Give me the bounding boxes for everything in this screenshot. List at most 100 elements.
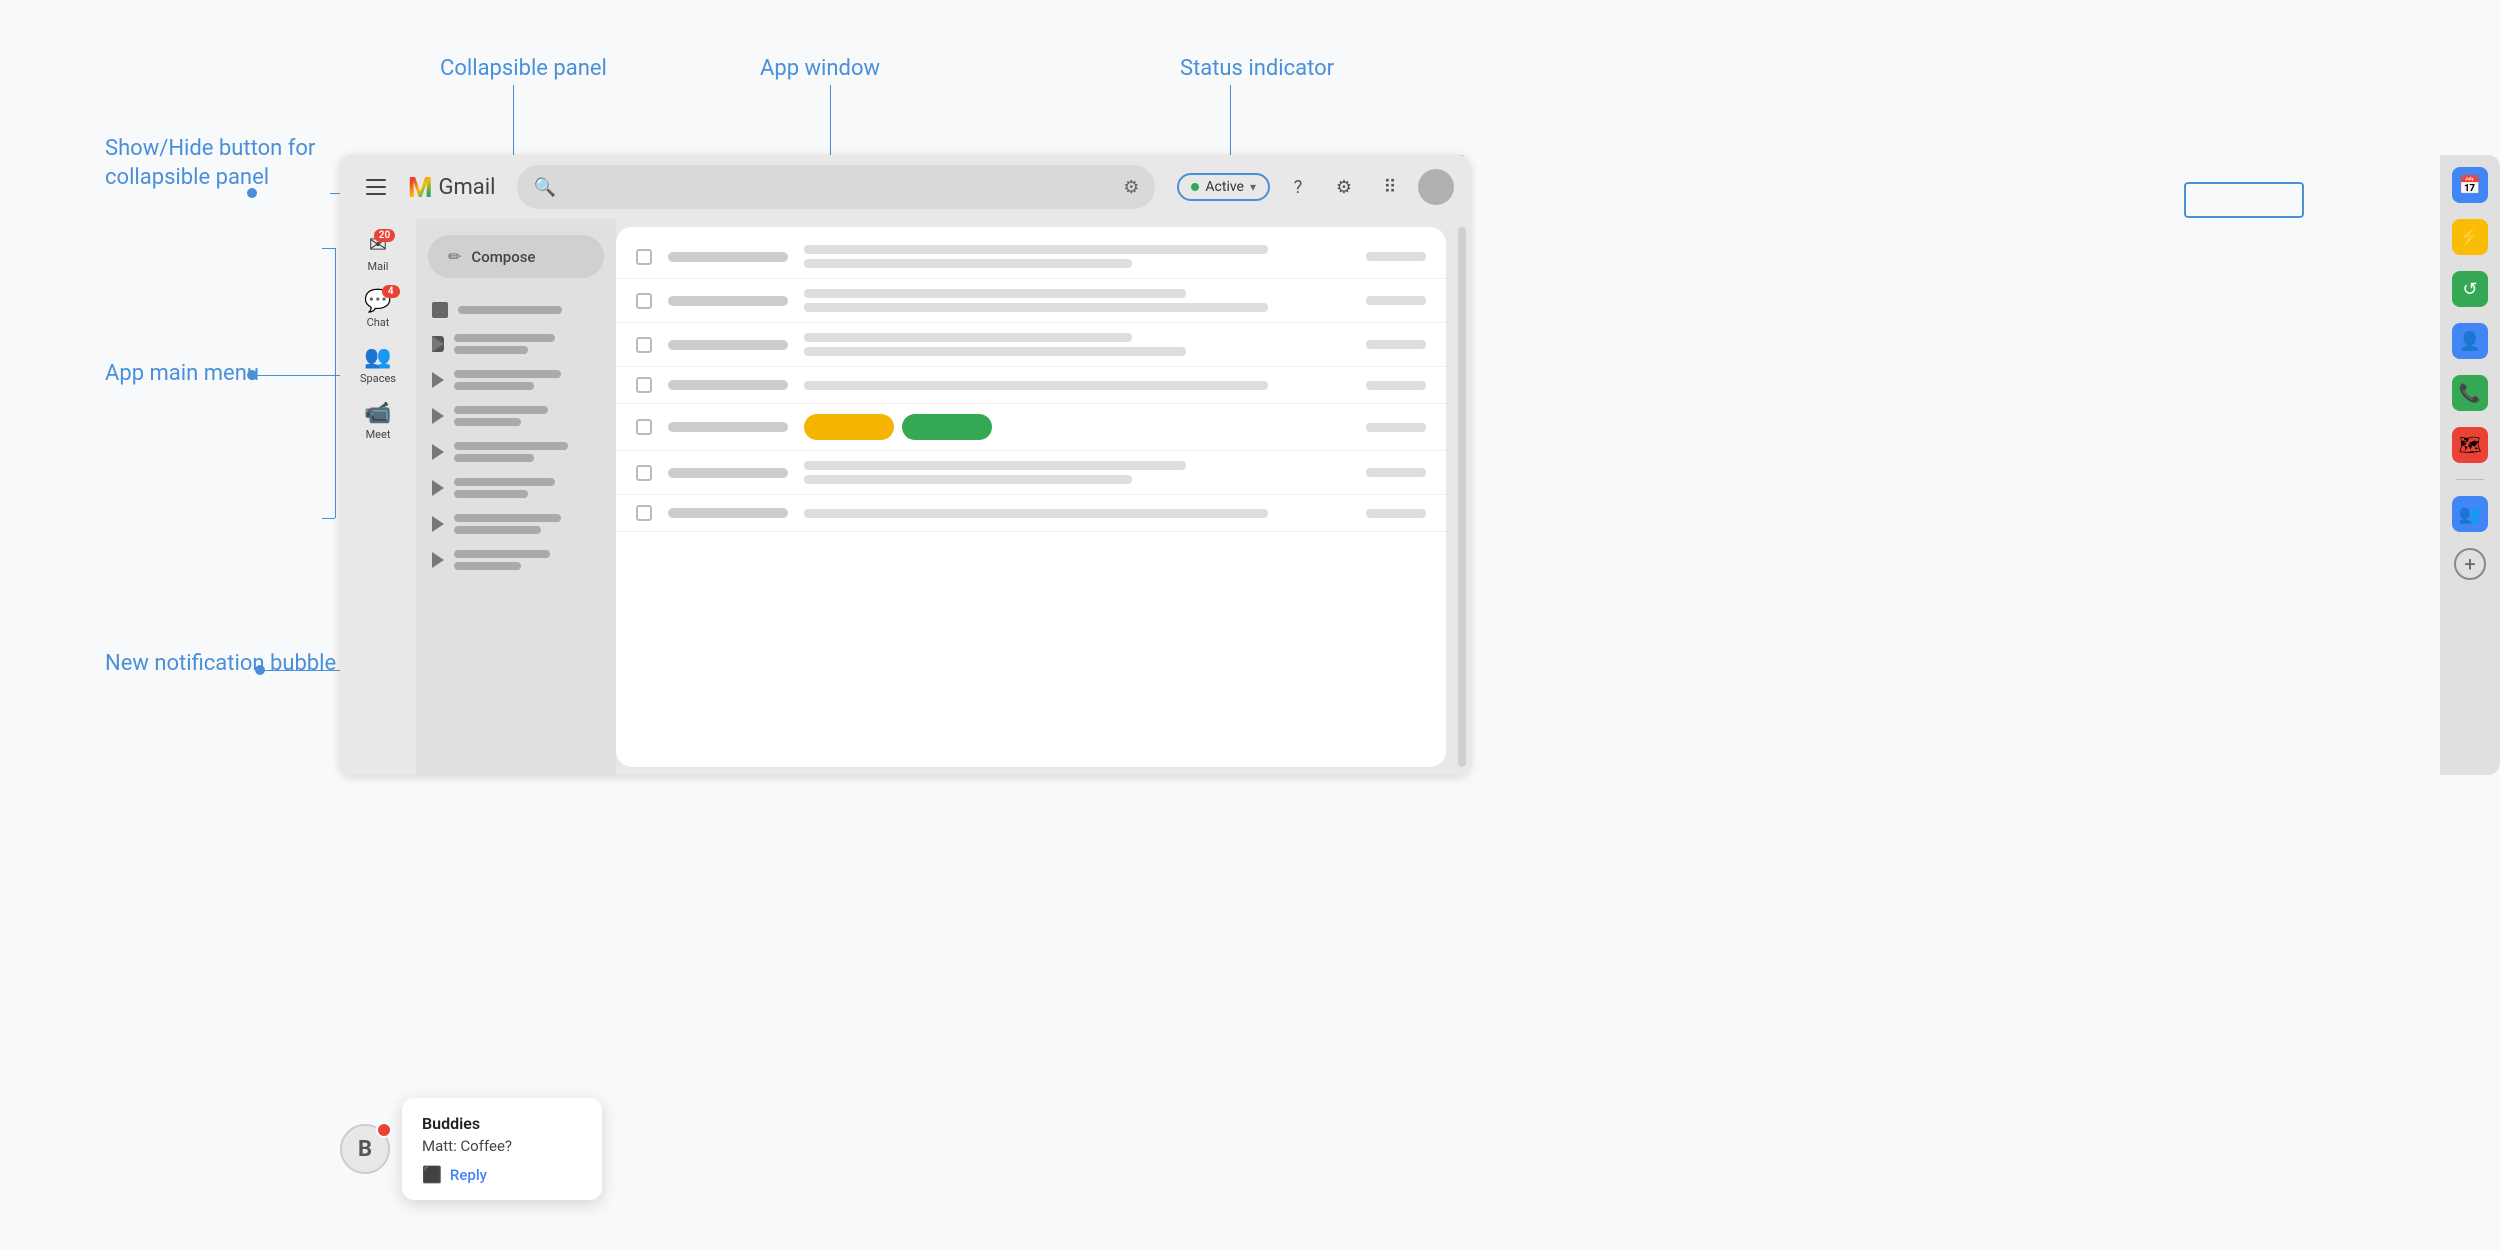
bubble-avatar[interactable]: B [340,1124,390,1174]
search-bar[interactable]: 🔍 ⚙ [517,165,1155,209]
main-content [616,227,1446,767]
email-date [1366,509,1426,518]
top-bar: M Gmail 🔍 ⚙ Active ▾ ? ⚙ ⠿ [340,155,1470,219]
email-content [804,509,1350,518]
email-checkbox[interactable] [636,293,652,309]
scrollbar[interactable] [1458,227,1466,767]
keep-app-icon[interactable]: ↺ [2452,271,2488,307]
collapsible-panel-label: Collapsible panel [440,55,607,84]
sidebar-item-chat[interactable]: 💬 4 Chat [344,283,412,335]
email-content [804,289,1350,312]
active-status-badge[interactable]: Active ▾ [1177,173,1270,201]
new-notification-label: New notification bubble [105,650,336,679]
phone-app-icon[interactable]: 📞 [2452,375,2488,411]
panel-item-3[interactable] [416,398,604,434]
tasks-app-icon[interactable]: ⚡ [2452,219,2488,255]
sidebar-item-meet[interactable]: 📹 Meet [344,395,412,447]
email-subject [804,509,1268,518]
panel-arrow-5 [432,480,444,496]
panel-item-1[interactable] [416,326,604,362]
sidebar-item-mail[interactable]: ✉ 20 Mail [344,227,412,279]
email-checkbox[interactable] [636,465,652,481]
email-row[interactable] [616,451,1446,495]
email-subject [804,333,1132,342]
email-date [1366,423,1426,432]
email-row[interactable] [616,404,1446,451]
keep-icon: ↺ [2462,279,2477,300]
reply-label: Reply [450,1166,487,1184]
filter-icon[interactable]: ⚙ [1123,177,1139,198]
panel-item-7[interactable] [416,542,604,578]
email-preview [804,303,1268,312]
tasks-icon: ⚡ [2459,227,2481,248]
mail-label: Mail [368,260,389,273]
email-sender [668,508,788,518]
email-row[interactable] [616,323,1446,367]
email-checkbox[interactable] [636,377,652,393]
app-menu-bracket-top [322,248,335,249]
hamburger-button[interactable] [356,167,396,207]
panel-inbox[interactable] [416,294,604,326]
email-checkbox[interactable] [636,337,652,353]
email-checkbox[interactable] [636,419,652,435]
panel-arrow-2 [432,372,444,388]
sidebar-item-spaces[interactable]: 👥 Spaces [344,339,412,391]
email-checkbox[interactable] [636,249,652,265]
bubble-reply-button[interactable]: ⬛ Reply [422,1165,582,1184]
right-apps-divider [2456,479,2484,480]
panel-line-7b [454,562,521,570]
email-row[interactable] [616,367,1446,404]
spaces-label: Spaces [360,372,396,385]
panel-line-6b [454,526,541,534]
chevron-down-icon: ▾ [1250,180,1256,194]
calendar-app-icon[interactable]: 📅 [2452,167,2488,203]
email-list [616,227,1446,767]
add-app-button[interactable]: + [2454,548,2486,580]
email-row[interactable] [616,235,1446,279]
email-content [804,381,1350,390]
app-main-menu-label: App main menu [105,360,259,389]
compose-label: Compose [471,248,535,266]
maps-app-icon[interactable]: 🗺 [2452,427,2488,463]
gmail-window: M Gmail 🔍 ⚙ Active ▾ ? ⚙ ⠿ ✉ [340,155,1470,775]
people-app-icon[interactable]: 👥 [2452,496,2488,532]
new-notification-dot [255,665,265,675]
panel-item-4[interactable] [416,434,604,470]
calendar-icon: 📅 [2459,175,2481,196]
show-hide-dot [247,188,257,198]
panel-item-2[interactable] [416,362,604,398]
gmail-text-logo: Gmail [439,175,496,200]
email-sender [668,340,788,350]
help-button[interactable]: ? [1280,169,1316,205]
spaces-icon: 👥 [364,345,391,370]
email-row[interactable] [616,495,1446,532]
chat-badge: 4 [382,285,400,298]
panel-lines-1 [454,334,588,354]
email-sender [668,468,788,478]
compose-button[interactable]: ✏ Compose [428,235,604,278]
search-icon: 🔍 [533,177,555,198]
settings-button[interactable]: ⚙ [1326,169,1362,205]
apps-button[interactable]: ⠿ [1372,169,1408,205]
panel-item-5[interactable] [416,470,604,506]
search-input[interactable] [566,178,1113,196]
email-date [1366,252,1426,261]
avatar[interactable] [1418,169,1454,205]
panel-line-7a [454,550,550,558]
email-content [804,414,1350,440]
bubble-message: Matt: Coffee? [422,1137,582,1155]
hamburger-line-2 [366,186,386,188]
email-checkbox[interactable] [636,505,652,521]
panel-item-6[interactable] [416,506,604,542]
panel-arrow-6 [432,516,444,532]
meet-label: Meet [366,428,391,441]
tag-yellow [804,414,894,440]
notification-bubble: B Buddies Matt: Coffee? ⬛ Reply [340,1098,602,1200]
left-nav: ✉ 20 Mail 💬 4 Chat 👥 Spaces 📹 Meet [340,219,416,775]
mail-icon: ✉ 20 [369,233,387,258]
email-subject [804,245,1268,254]
contacts-app-icon[interactable]: 👤 [2452,323,2488,359]
email-row[interactable] [616,279,1446,323]
email-sender [668,422,788,432]
panel-line-1b [454,346,528,354]
